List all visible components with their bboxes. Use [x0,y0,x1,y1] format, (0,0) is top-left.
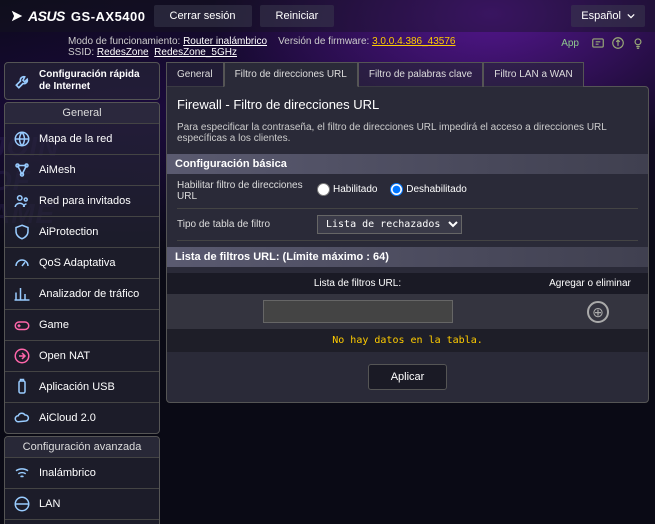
chart-icon [13,285,31,303]
chevron-down-icon [627,12,635,20]
no-data-message: No hay datos en la tabla. [167,329,648,352]
sidebar-item-game[interactable]: Game [5,309,159,340]
sidebar-quick-setup[interactable]: Configuración rápida de Internet [4,62,160,100]
wifi-icon [13,464,31,482]
gauge-icon [13,254,31,272]
add-filter-button[interactable]: ⊕ [587,301,609,323]
disabled-radio-label[interactable]: Deshabilitado [390,183,467,196]
sidebar-item-label: Mapa de la red [39,133,112,145]
language-label: Español [581,10,621,22]
main-panel: Firewall - Filtro de direcciones URL Par… [166,86,649,403]
sidebar-item-label: Inalámbrico [39,467,96,479]
sidebar-item-label: QoS Adaptativa [39,257,115,269]
sidebar: Configuración rápida de Internet General… [0,62,164,524]
ssid2-link[interactable]: RedesZone_5GHz [154,47,237,58]
sidebar-item-label: AiProtection [39,226,98,238]
table-type-row: Tipo de tabla de filtro Lista de rechaza… [177,209,638,241]
sidebar-item-traffic[interactable]: Analizador de tráfico [5,278,159,309]
ssid-label: SSID: [68,47,94,58]
sidebar-item-wan[interactable]: WAN [5,519,159,524]
brand-logo: ASUS [28,8,65,24]
top-bar: ASUS GS-AX5400 Cerrar sesión Reiniciar E… [0,0,655,32]
tab-keyword-filter[interactable]: Filtro de palabras clave [358,62,483,87]
gamepad-icon [13,316,31,334]
sidebar-item-label: Analizador de tráfico [39,288,139,300]
mode-label: Modo de funcionamiento: [68,36,180,47]
sidebar-item-label: Game [39,319,69,331]
usb-icon[interactable] [611,36,625,50]
mode-link[interactable]: Router inalámbrico [183,36,267,47]
lan-icon [13,495,31,513]
usb-app-icon [13,378,31,396]
sidebar-item-usb[interactable]: Aplicación USB [5,371,159,402]
reboot-button[interactable]: Reiniciar [260,5,335,27]
enabled-radio[interactable] [317,183,330,196]
sidebar-item-aiprotection[interactable]: AiProtection [5,216,159,247]
fw-label: Versión de firmware: [278,36,369,47]
content-area: General Filtro de direcciones URL Filtro… [164,62,655,524]
info-bar: Modo de funcionamiento: Router inalámbri… [0,32,655,62]
enable-filter-row: Habilitar filtro de direcciones URL Habi… [177,174,638,209]
globe-icon [13,130,31,148]
app-label[interactable]: App [561,38,579,49]
sidebar-item-label: Aplicación USB [39,381,115,393]
table-type-select[interactable]: Lista de rechazados [317,215,462,234]
sidebar-item-qos[interactable]: QoS Adaptativa [5,247,159,278]
mesh-icon [13,161,31,179]
users-icon [13,192,31,210]
col-url-header: Lista de filtros URL: [175,278,540,289]
sidebar-item-label: AiCloud 2.0 [39,412,96,424]
model-name: GS-AX5400 [71,9,146,24]
filter-input-row: ⊕ [167,294,648,329]
language-select[interactable]: Español [571,5,645,27]
sidebar-general-header: General [5,103,159,123]
rog-logo-icon [10,9,24,23]
url-filter-input[interactable] [263,300,453,323]
table-type-label: Tipo de tabla de filtro [177,219,317,230]
sidebar-item-label: LAN [39,498,60,510]
sidebar-item-aimesh[interactable]: AiMesh [5,154,159,185]
tab-lan-wan-filter[interactable]: Filtro LAN a WAN [483,62,584,87]
tabs-bar: General Filtro de direcciones URL Filtro… [166,62,649,87]
panel-title: Firewall - Filtro de direcciones URL [177,97,638,112]
tab-general[interactable]: General [166,62,224,87]
disabled-radio[interactable] [390,183,403,196]
filter-list-header: Lista de filtros URL: (Límite máximo : 6… [167,247,648,267]
cloud-icon [13,409,31,427]
nat-icon [13,347,31,365]
sidebar-item-label: Red para invitados [39,195,131,207]
apply-button[interactable]: Aplicar [368,364,448,390]
logout-button[interactable]: Cerrar sesión [154,5,252,27]
quick-setup-label: Configuración rápida de Internet [39,69,151,93]
wrench-icon [13,71,33,91]
sidebar-advanced-header: Configuración avanzada [5,437,159,457]
sidebar-item-guest[interactable]: Red para invitados [5,185,159,216]
tab-url-filter[interactable]: Filtro de direcciones URL [224,62,358,87]
col-action-header: Agregar o eliminar [540,278,640,289]
sidebar-item-wireless[interactable]: Inalámbrico [5,457,159,488]
panel-description: Para especificar la contraseña, el filtr… [177,122,638,144]
enabled-radio-label[interactable]: Habilitado [317,183,377,196]
sidebar-advanced-block: Configuración avanzada Inalámbrico LAN W… [4,436,160,524]
filter-table-header: Lista de filtros URL: Agregar o eliminar [167,273,648,294]
sidebar-item-opennat[interactable]: Open NAT [5,340,159,371]
led-icon[interactable] [631,36,645,50]
sidebar-item-label: Open NAT [39,350,90,362]
sidebar-item-aicloud[interactable]: AiCloud 2.0 [5,402,159,433]
firmware-link[interactable]: 3.0.0.4.386_43576 [372,36,455,47]
sidebar-general-block: General Mapa de la red AiMesh Red para i… [4,102,160,434]
sidebar-item-lan[interactable]: LAN [5,488,159,519]
enable-filter-label: Habilitar filtro de direcciones URL [177,180,317,202]
feedback-icon[interactable] [591,36,605,50]
sidebar-item-label: AiMesh [39,164,76,176]
shield-icon [13,223,31,241]
basic-config-header: Configuración básica [167,154,648,174]
ssid1-link[interactable]: RedesZone [97,47,149,58]
sidebar-item-network-map[interactable]: Mapa de la red [5,123,159,154]
